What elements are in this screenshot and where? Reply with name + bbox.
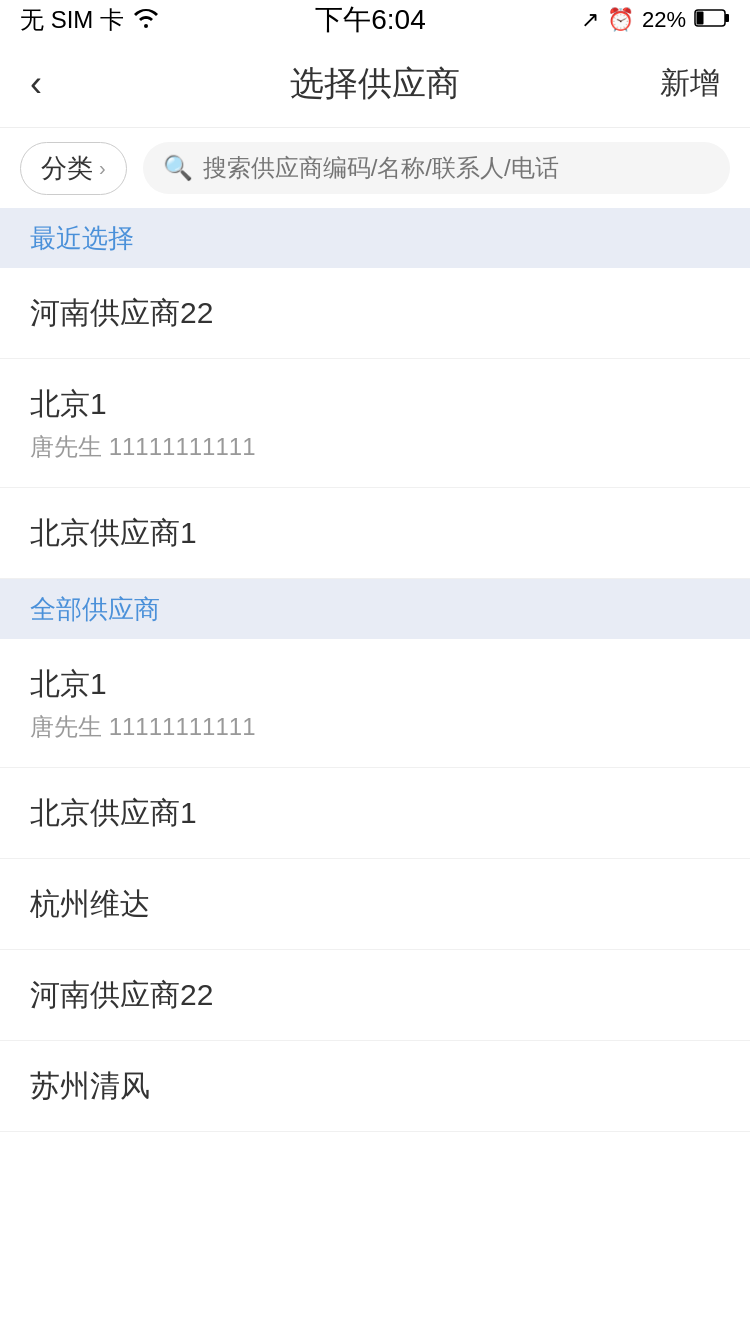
recent-list: 河南供应商22 北京1 唐先生 11111111111 北京供应商1 — [0, 268, 750, 579]
item-name: 北京供应商1 — [30, 792, 720, 834]
item-name: 北京1 — [30, 383, 720, 425]
all-section-header: 全部供应商 — [0, 579, 750, 639]
status-time: 下午6:04 — [315, 1, 426, 39]
wifi-icon — [132, 6, 160, 34]
status-bar: 无 SIM 卡 下午6:04 ↗ ⏰ 22% — [0, 0, 750, 40]
status-right: ↗ ⏰ 22% — [581, 7, 730, 33]
item-name: 苏州清风 — [30, 1065, 720, 1107]
filter-bar: 分类 › 🔍 — [0, 128, 750, 208]
chevron-right-icon: › — [99, 157, 106, 180]
category-button[interactable]: 分类 › — [20, 142, 127, 195]
location-icon: ↗ — [581, 7, 599, 33]
list-item[interactable]: 北京供应商1 — [0, 768, 750, 859]
item-name: 河南供应商22 — [30, 292, 720, 334]
search-icon: 🔍 — [163, 154, 193, 182]
all-list: 北京1 唐先生 11111111111 北京供应商1 杭州维达河南供应商22 苏州清风 — [0, 639, 750, 1132]
recent-section-label: 最近选择 — [30, 221, 134, 256]
battery-icon — [694, 7, 730, 33]
list-item[interactable]: 北京1 唐先生 11111111111 — [0, 639, 750, 768]
item-sub: 唐先生 11111111111 — [30, 711, 720, 743]
new-add-button[interactable]: 新增 — [660, 63, 720, 104]
status-left: 无 SIM 卡 — [20, 4, 160, 36]
nav-title: 选择供应商 — [290, 61, 460, 107]
item-name: 北京供应商1 — [30, 512, 720, 554]
item-name: 河南供应商22 — [30, 974, 720, 1016]
list-item[interactable]: 北京供应商1 — [0, 488, 750, 579]
recent-section-header: 最近选择 — [0, 208, 750, 268]
item-name: 北京1 — [30, 663, 720, 705]
category-label: 分类 — [41, 151, 93, 186]
item-name: 杭州维达 — [30, 883, 720, 925]
svg-rect-2 — [697, 12, 704, 25]
no-sim-text: 无 SIM 卡 — [20, 4, 124, 36]
alarm-icon: ⏰ — [607, 7, 634, 33]
search-box[interactable]: 🔍 — [143, 142, 730, 194]
all-section-label: 全部供应商 — [30, 592, 160, 627]
nav-bar: ‹ 选择供应商 新增 — [0, 40, 750, 128]
list-item[interactable]: 北京1 唐先生 11111111111 — [0, 359, 750, 488]
svg-rect-1 — [725, 14, 729, 22]
back-button[interactable]: ‹ — [30, 63, 90, 105]
list-item[interactable]: 杭州维达 — [0, 859, 750, 950]
search-input[interactable] — [203, 154, 710, 182]
list-item[interactable]: 河南供应商22 — [0, 268, 750, 359]
battery-text: 22% — [642, 7, 686, 33]
item-sub: 唐先生 11111111111 — [30, 431, 720, 463]
list-item[interactable]: 苏州清风 — [0, 1041, 750, 1132]
list-item[interactable]: 河南供应商22 — [0, 950, 750, 1041]
